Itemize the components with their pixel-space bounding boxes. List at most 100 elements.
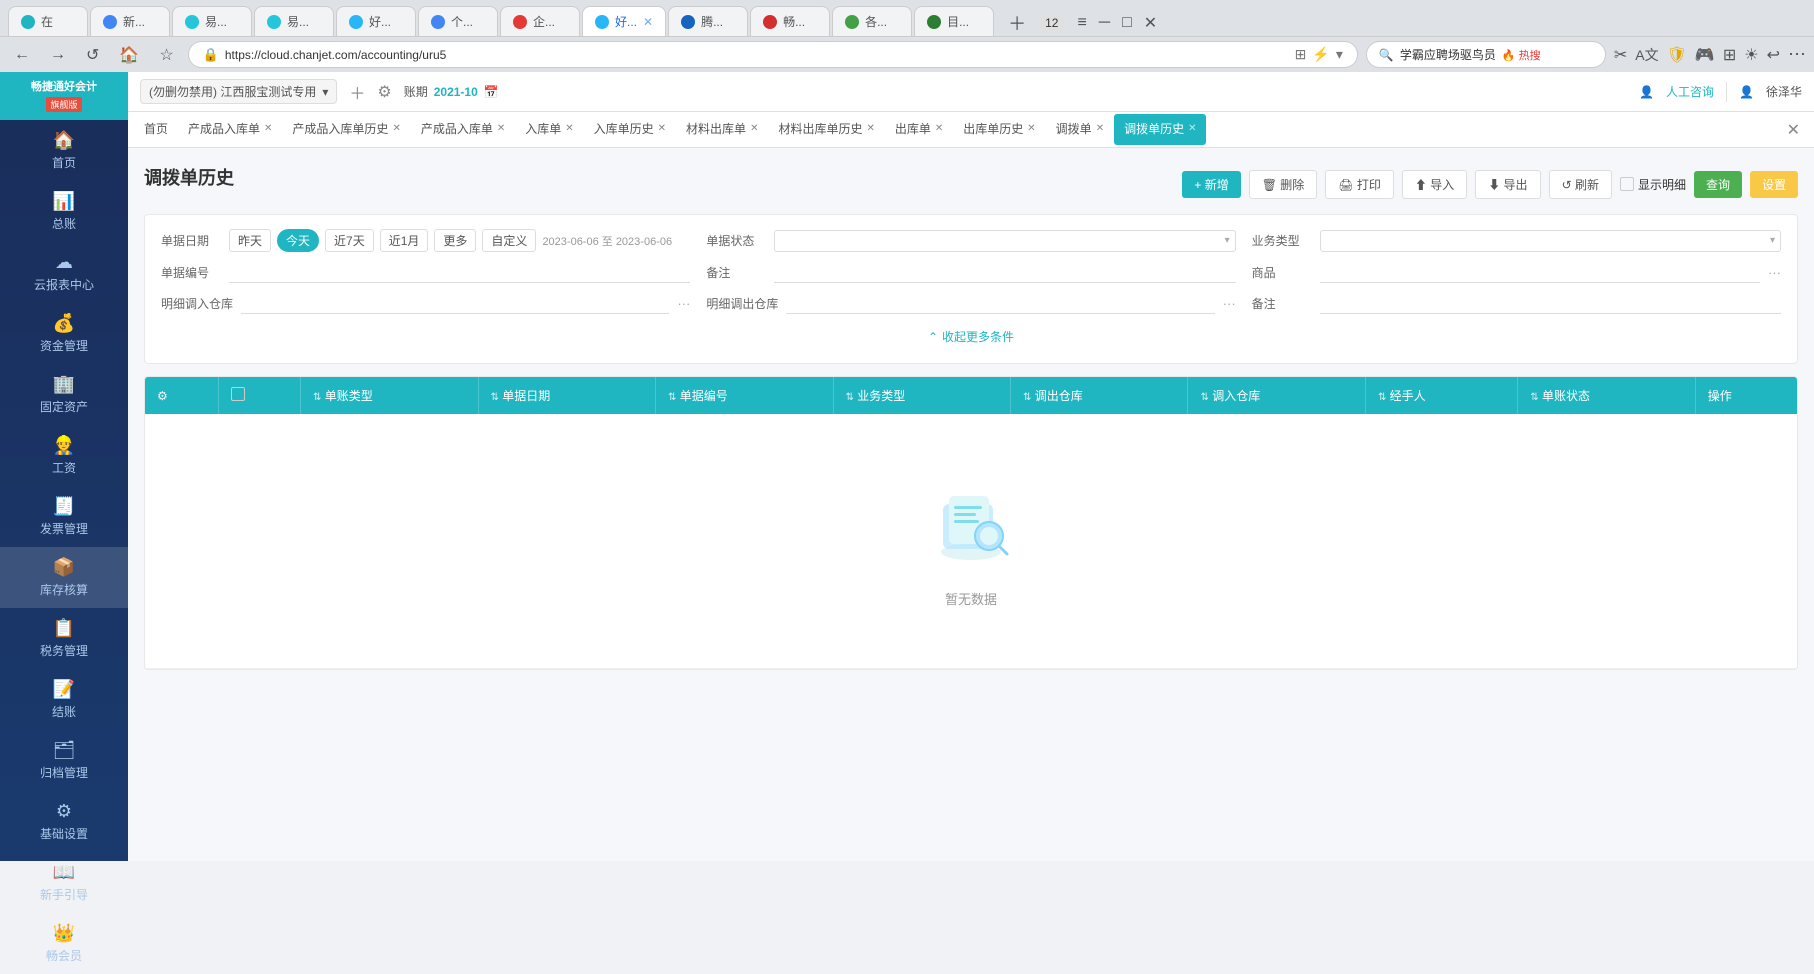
tab-close-outbound-history[interactable]: ✕ [1027, 123, 1035, 134]
date-btn-today[interactable]: 今天 [277, 229, 319, 252]
sidebar-item-capital[interactable]: 💰 资金管理 [0, 303, 128, 364]
tab-个[interactable]: 个... [418, 6, 498, 36]
th-gear[interactable]: ⚙ [145, 377, 219, 414]
in-warehouse-picker-icon[interactable]: ··· [677, 296, 690, 311]
date-btn-7days[interactable]: 近7天 [325, 229, 374, 252]
scissors-icon[interactable]: ✂ [1614, 45, 1627, 65]
sort-arrows-doc-status[interactable]: ⇅ [1530, 392, 1538, 403]
maximize-icon[interactable]: □ [1122, 14, 1132, 32]
forward-btn[interactable]: → [44, 44, 72, 66]
undo-icon[interactable]: ↩ [1767, 45, 1780, 65]
tab-material-out-history[interactable]: 材料出库单历史 ✕ [768, 114, 884, 145]
tab-transfer-history[interactable]: 调拨单历史 ✕ [1114, 114, 1206, 145]
tab-close-transfer[interactable]: ✕ [1096, 123, 1104, 134]
doc-num-input[interactable] [229, 262, 690, 283]
company-settings-icon[interactable]: ⚙ [377, 82, 391, 102]
tab-bar-close-btn[interactable]: ✕ [1779, 120, 1808, 140]
tab-outbound[interactable]: 出库单 ✕ [885, 114, 953, 145]
new-btn[interactable]: + 新增 [1182, 171, 1240, 198]
sidebar-item-home[interactable]: 🏠 首页 [0, 120, 128, 181]
dark-mode-icon[interactable]: ☀ [1744, 45, 1758, 65]
sidebar-item-vip[interactable]: 👑 畅会员 [0, 913, 128, 974]
date-btn-1month[interactable]: 近1月 [380, 229, 429, 252]
delete-btn[interactable]: 🗑 删除 [1249, 170, 1318, 199]
tab-畅[interactable]: 畅... [750, 6, 830, 36]
goods-input[interactable] [1320, 262, 1760, 283]
tab-product-inbound2[interactable]: 产成品入库单 ✕ [411, 114, 515, 145]
tab-product-inbound[interactable]: 产成品入库单 ✕ [178, 114, 282, 145]
tab-close-transfer-history[interactable]: ✕ [1188, 123, 1196, 134]
calendar-icon[interactable]: 📅 [484, 85, 499, 99]
tab-在[interactable]: 在 [8, 6, 88, 36]
sidebar-item-ledger[interactable]: 📊 总账 [0, 181, 128, 242]
tab-close-product-inbound2[interactable]: ✕ [497, 123, 505, 134]
sidebar-item-closing[interactable]: 📝 结账 [0, 669, 128, 730]
import-btn[interactable]: ⬆ 导入 [1402, 170, 1467, 199]
browser-tools-icon[interactable]: ⊞ [1295, 46, 1307, 63]
url-bar[interactable]: 🔒 https://cloud.chanjet.com/accounting/u… [188, 41, 1358, 68]
tab-outbound-history[interactable]: 出库单历史 ✕ [953, 114, 1045, 145]
status-select[interactable] [774, 230, 1235, 252]
add-company-icon[interactable]: ＋ [349, 80, 365, 104]
sidebar-item-fixed-assets[interactable]: 🏢 固定资产 [0, 364, 128, 425]
goods-picker-icon[interactable]: ··· [1768, 265, 1781, 280]
in-warehouse-input[interactable] [241, 293, 669, 314]
new-tab-btn[interactable]: ＋ [1008, 10, 1026, 36]
support-label[interactable]: 人工咨询 [1666, 83, 1714, 100]
tab-product-inbound-history[interactable]: 产成品入库单历史 ✕ [282, 114, 410, 145]
extension-icon[interactable]: ⚡ [1312, 46, 1329, 63]
tab-企[interactable]: 企... [500, 6, 580, 36]
dropdown-icon[interactable]: ▾ [1336, 46, 1343, 63]
tab-home[interactable]: 首页 [134, 114, 178, 145]
sort-arrows-doc-type[interactable]: ⇅ [313, 392, 321, 403]
home-btn[interactable]: 🏠 [113, 43, 145, 67]
gear-icon[interactable]: ⚙ [157, 389, 168, 403]
date-btn-custom[interactable]: 自定义 [482, 229, 536, 252]
sort-arrows-biz-type[interactable]: ⇅ [846, 392, 854, 403]
tab-transfer[interactable]: 调拨单 ✕ [1046, 114, 1114, 145]
query-btn[interactable]: 查询 [1694, 171, 1742, 198]
tab-close-inbound-history[interactable]: ✕ [658, 123, 666, 134]
tab-close-inbound[interactable]: ✕ [565, 123, 573, 134]
tab-close-product-inbound-history[interactable]: ✕ [392, 123, 400, 134]
sidebar-item-invoice[interactable]: 🧾 发票管理 [0, 486, 128, 547]
th-check[interactable] [219, 377, 301, 414]
sort-arrows-out-warehouse[interactable]: ⇅ [1023, 392, 1031, 403]
grid-icon[interactable]: ⊞ [1723, 45, 1736, 65]
biz-type-select[interactable] [1320, 230, 1781, 252]
tab-inbound[interactable]: 入库单 ✕ [515, 114, 583, 145]
favorite-btn[interactable]: ☆ [153, 43, 179, 67]
out-warehouse-input[interactable] [786, 293, 1214, 314]
tab-新[interactable]: 新... [90, 6, 170, 36]
refresh-btn[interactable]: ↺ 刷新 [1549, 170, 1612, 199]
tab-易2[interactable]: 易... [254, 6, 334, 36]
collapse-btn[interactable]: ⌃ 收起更多条件 [928, 328, 1014, 345]
tab-close-outbound[interactable]: ✕ [935, 123, 943, 134]
tab-腾[interactable]: 腾... [668, 6, 748, 36]
sidebar-item-guide[interactable]: 📖 新手引导 [0, 852, 128, 913]
tab-close-product-inbound[interactable]: ✕ [264, 123, 272, 134]
sidebar-item-inventory[interactable]: 📦 库存核算 [0, 547, 128, 608]
sort-arrows-doc-no[interactable]: ⇅ [668, 392, 676, 403]
sidebar-item-archive[interactable]: 🗂 归档管理 [0, 730, 128, 791]
sort-arrows-doc-date[interactable]: ⇅ [491, 392, 499, 403]
close-icon[interactable]: ✕ [1144, 13, 1157, 33]
more-icon[interactable]: ⋯ [1788, 44, 1806, 65]
company-selector[interactable]: (勿删勿禁用) 江西服宝测试专用 ▾ [140, 79, 337, 104]
display-toggle[interactable]: 显示明细 [1620, 176, 1686, 193]
search-bar[interactable]: 🔍 学霸应聘场驱鸟员 🔥 热搜 [1366, 41, 1606, 68]
remark2-input[interactable] [1320, 293, 1781, 314]
export-btn[interactable]: ⬇ 导出 [1475, 170, 1540, 199]
tab-各[interactable]: 各... [832, 6, 912, 36]
tab-好1[interactable]: 好... [336, 6, 416, 36]
shield-icon[interactable]: 🛡 [1667, 45, 1687, 65]
reload-btn[interactable]: ↺ [80, 43, 105, 67]
settings-btn[interactable]: 设置 [1750, 171, 1798, 198]
sidebar-item-tax[interactable]: 📋 税务管理 [0, 608, 128, 669]
gamepad-icon[interactable]: 🎮 [1695, 45, 1715, 65]
sidebar-item-salary[interactable]: 👷 工资 [0, 425, 128, 486]
translate-icon[interactable]: A文 [1635, 45, 1658, 65]
out-warehouse-picker-icon[interactable]: ··· [1223, 296, 1236, 311]
date-btn-more[interactable]: 更多 [434, 229, 476, 252]
tab-易1[interactable]: 易... [172, 6, 252, 36]
